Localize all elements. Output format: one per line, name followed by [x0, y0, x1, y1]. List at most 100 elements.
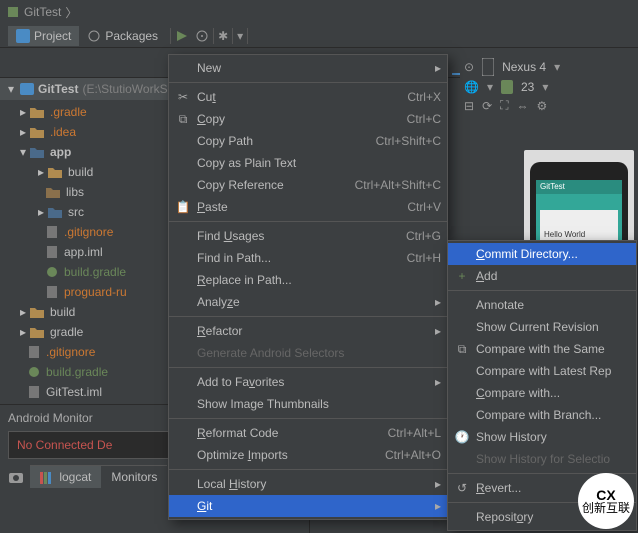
context-menu-separator [169, 316, 447, 317]
git-submenu-item[interactable]: Compare with... [448, 382, 636, 404]
context-menu-item[interactable]: 📋PasteCtrl+V [169, 196, 447, 218]
chevron-down-icon[interactable]: ▾ [542, 80, 548, 94]
git-submenu-item[interactable]: ⧉Compare with the Same [448, 338, 636, 360]
git-submenu-item[interactable]: Compare with Latest Rep [448, 360, 636, 382]
file-icon [28, 346, 40, 358]
context-menu-item[interactable]: Copy PathCtrl+Shift+C [169, 130, 447, 152]
context-menu-item[interactable]: Add to Favorites▸ [169, 371, 447, 393]
menu-label: Compare with the Same [476, 342, 630, 356]
context-menu-item[interactable]: Git ▸ [169, 495, 447, 517]
folder-icon [30, 126, 44, 138]
api-level[interactable]: 23 [521, 80, 534, 94]
device-name[interactable]: Nexus 4 [502, 60, 546, 74]
git-submenu-item: Show History for Selectio [448, 448, 636, 470]
refresh-icon[interactable]: ⟳ [482, 99, 492, 113]
menu-shortcut: Ctrl+Alt+Shift+C [355, 178, 441, 192]
context-menu-item[interactable]: Find UsagesCtrl+G [169, 225, 447, 247]
menu-label: Refactor [197, 324, 429, 338]
settings-icon[interactable]: ⚙ [537, 99, 548, 113]
menu-shortcut: Ctrl+Alt+O [385, 448, 441, 462]
tab-label: Packages [105, 29, 158, 43]
context-menu-item[interactable]: Reformat CodeCtrl+Alt+L [169, 422, 447, 444]
src-folder-icon [48, 206, 62, 218]
context-menu-item[interactable]: Replace in Path... [169, 269, 447, 291]
target-icon[interactable] [195, 29, 209, 43]
context-menu-item[interactable]: Analyze▸ [169, 291, 447, 313]
git-submenu-item[interactable]: Show Current Revision [448, 316, 636, 338]
gear-icon[interactable]: ✱ [218, 29, 228, 43]
watermark-logo: CX 创新互联 [578, 473, 634, 529]
menu-label: Find in Path... [197, 251, 407, 265]
phone-statusbar: GitTest [536, 180, 622, 194]
context-menu-item[interactable]: ✂CutCtrl+X [169, 86, 447, 108]
menu-shortcut: Ctrl+Alt+L [388, 426, 441, 440]
layout-toolbar: ⊙ Nexus 4 ▾ 🌐 ▾ 23 ▾ ⊟ ⟳ ⛶ ⇔ ⚙ [460, 56, 638, 115]
menu-label: Git [197, 499, 429, 513]
chevron-right-icon: ▸ [435, 477, 441, 491]
menu-label: Paste [197, 200, 407, 214]
chevron-right-icon[interactable]: ▸ [36, 167, 46, 177]
tool-window-tabs: Project Packages ✱ ▾ [0, 24, 638, 48]
git-submenu-item[interactable]: +Add [448, 265, 636, 287]
zoom-icon[interactable]: ⊙ [464, 60, 474, 74]
project-icon [8, 7, 18, 17]
zoom-out-icon[interactable]: ⊟ [464, 99, 474, 113]
tab-project[interactable]: Project [8, 25, 79, 46]
file-icon [46, 286, 58, 298]
context-menu-item[interactable]: ⧉CopyCtrl+C [169, 108, 447, 130]
paste-icon: 📋 [175, 200, 191, 214]
menu-label: Compare with Latest Rep [476, 364, 630, 378]
plus-icon: + [454, 269, 470, 283]
context-menu-item[interactable]: Local History▸ [169, 473, 447, 495]
project-name: GitTest [38, 82, 78, 96]
chevron-right-icon: ▸ [435, 499, 441, 513]
chevron-right-icon[interactable]: ▸ [18, 327, 28, 337]
context-menu-separator [169, 469, 447, 470]
menu-label: Find Usages [197, 229, 406, 243]
chevron-right-icon: ▸ [435, 295, 441, 309]
menu-label: Add to Favorites [197, 375, 429, 389]
context-menu-item[interactable]: Show Image Thumbnails [169, 393, 447, 415]
menu-label: Show History [476, 430, 630, 444]
context-menu-item[interactable]: Find in Path...Ctrl+H [169, 247, 447, 269]
tab-logcat[interactable]: logcat [30, 465, 101, 488]
tab-packages[interactable]: Packages [79, 26, 166, 46]
resize-icon[interactable]: ⇔ [517, 99, 529, 113]
context-menu-item[interactable]: Copy ReferenceCtrl+Alt+Shift+C [169, 174, 447, 196]
chevron-right-icon[interactable]: ▸ [36, 207, 46, 217]
fit-icon[interactable]: ⛶ [500, 98, 508, 113]
git-submenu-item[interactable]: Annotate [448, 294, 636, 316]
git-submenu-item[interactable]: Compare with Branch... [448, 404, 636, 426]
chevron-right-icon[interactable]: ▸ [18, 127, 28, 137]
menu-label: Show Image Thumbnails [197, 397, 441, 411]
chevron-right-icon[interactable]: ▸ [18, 107, 28, 117]
chevron-down-icon[interactable]: ▾ [487, 80, 493, 94]
title-bar: GitTest 〉 [0, 0, 638, 24]
chevron-down-icon[interactable]: ▾ [18, 147, 28, 157]
menu-label: Replace in Path... [197, 273, 441, 287]
git-submenu-item[interactable]: Commit Directory... [448, 243, 636, 265]
packages-icon [87, 29, 101, 43]
folder-icon [46, 186, 60, 198]
context-menu-item[interactable]: New▸ [169, 57, 447, 79]
file-icon [46, 226, 58, 238]
file-icon [28, 386, 40, 398]
git-submenu-item[interactable]: 🕐Show History [448, 426, 636, 448]
context-menu-item[interactable]: Refactor▸ [169, 320, 447, 342]
camera-icon[interactable] [8, 470, 24, 484]
context-menu-item[interactable]: Optimize ImportsCtrl+Alt+O [169, 444, 447, 466]
tab-monitors[interactable]: Monitors [101, 465, 167, 488]
run-icon[interactable] [175, 29, 189, 43]
menu-label: Copy Path [197, 134, 376, 148]
globe-icon[interactable]: 🌐 [464, 80, 479, 94]
context-menu-separator [169, 418, 447, 419]
chevron-down-icon[interactable]: ▾ [554, 60, 560, 74]
menu-label: Copy [197, 112, 407, 126]
menu-shortcut: Ctrl+H [407, 251, 441, 265]
gradle-file-icon [46, 266, 58, 278]
menu-label: Compare with Branch... [476, 408, 630, 422]
chevron-right-icon[interactable]: ▸ [18, 307, 28, 317]
menu-label: Show Current Revision [476, 320, 630, 334]
context-menu-item[interactable]: Copy as Plain Text [169, 152, 447, 174]
toolbar-dropdown-icon[interactable]: ▾ [237, 29, 243, 43]
